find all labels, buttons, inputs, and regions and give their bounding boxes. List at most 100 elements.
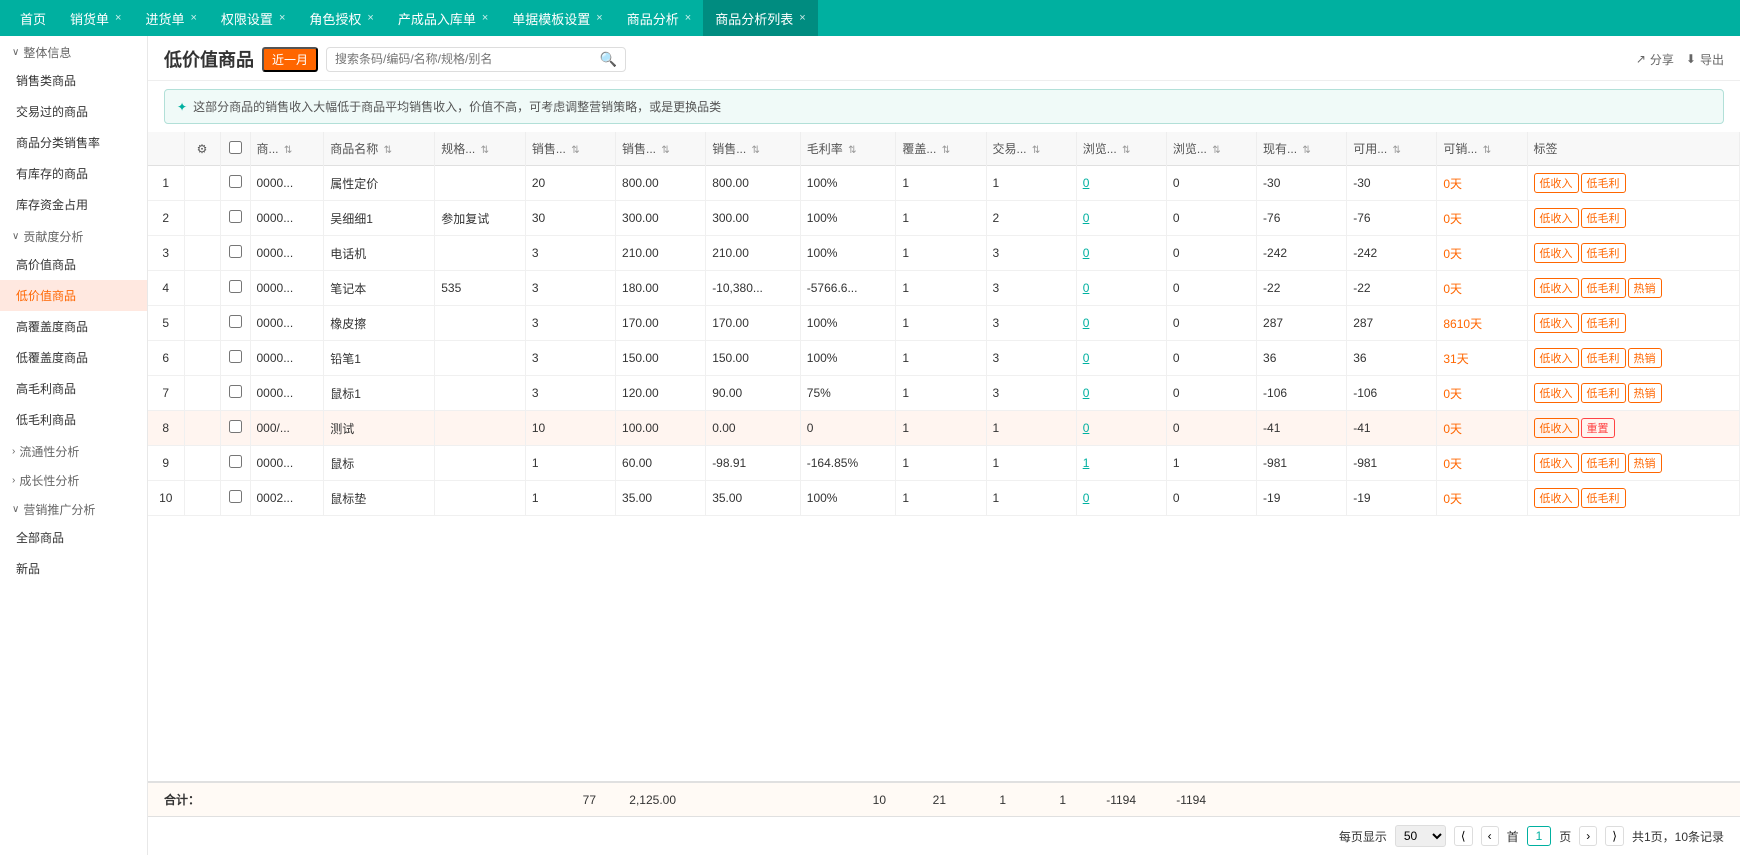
row-checkbox[interactable] — [229, 210, 242, 223]
sidebar-item-high-coverage[interactable]: 高覆盖度商品 — [0, 311, 147, 342]
col-sale-qty[interactable]: 销售... ⇅ — [525, 132, 615, 166]
nav-product-inbound[interactable]: 产成品入库单 × — [386, 0, 500, 36]
next-page-button[interactable]: › — [1579, 826, 1597, 846]
sidebar-item-new-products[interactable]: 新品 — [0, 553, 147, 584]
row-checkbox[interactable] — [229, 315, 242, 328]
browse-link[interactable]: 0 — [1083, 421, 1090, 435]
page-suffix: 页 — [1559, 828, 1571, 845]
row-checkbox[interactable] — [229, 280, 242, 293]
row-checkbox[interactable] — [229, 385, 242, 398]
prev-page-button[interactable]: ‹ — [1481, 826, 1499, 846]
col-available[interactable]: 可用... ⇅ — [1347, 132, 1437, 166]
sidebar-item-traded-products[interactable]: 交易过的商品 — [0, 96, 147, 127]
close-icon[interactable]: × — [279, 12, 285, 24]
col-code[interactable]: 商... ⇅ — [250, 132, 324, 166]
nav-role-auth[interactable]: 角色授权 × — [297, 0, 385, 36]
sidebar-item-high-value[interactable]: 高价值商品 — [0, 249, 147, 280]
col-transaction[interactable]: 交易... ⇅ — [986, 132, 1076, 166]
sidebar-group-overall[interactable]: ∨ 整体信息 — [0, 36, 147, 65]
browse-link[interactable]: 0 — [1083, 386, 1090, 400]
nav-sales-order[interactable]: 销货单 × — [58, 0, 133, 36]
col-checkbox[interactable] — [220, 132, 250, 166]
row-browse1[interactable]: 0 — [1076, 306, 1166, 341]
row-checkbox[interactable] — [229, 455, 242, 468]
col-name[interactable]: 商品名称 ⇅ — [324, 132, 435, 166]
tag-badge: 低收入 — [1534, 243, 1579, 263]
col-gross-margin[interactable]: 毛利率 ⇅ — [800, 132, 896, 166]
row-browse1[interactable]: 0 — [1076, 376, 1166, 411]
browse-link[interactable]: 0 — [1083, 316, 1090, 330]
search-icon[interactable]: 🔍 — [600, 51, 617, 68]
sidebar-group-marketing[interactable]: ∨ 营销推广分析 — [0, 493, 147, 522]
sidebar-group-contribution[interactable]: ∨ 贡献度分析 — [0, 220, 147, 249]
col-coverage[interactable]: 覆盖... ⇅ — [896, 132, 986, 166]
col-saleable[interactable]: 可销... ⇅ — [1437, 132, 1527, 166]
sidebar-item-low-value[interactable]: 低价值商品 — [0, 280, 147, 311]
col-current-stock[interactable]: 现有... ⇅ — [1257, 132, 1347, 166]
col-sale-amount[interactable]: 销售... ⇅ — [616, 132, 706, 166]
last-page-button[interactable]: ⟩ — [1605, 826, 1624, 846]
sidebar-item-high-profit[interactable]: 高毛利商品 — [0, 373, 147, 404]
select-all-checkbox[interactable] — [229, 141, 242, 154]
data-table-container[interactable]: ⚙ 商... ⇅ 商品名称 ⇅ 规格... ⇅ 销售... ⇅ 销售... ⇅ … — [148, 132, 1740, 781]
browse-link[interactable]: 0 — [1083, 491, 1090, 505]
browse-link[interactable]: 0 — [1083, 351, 1090, 365]
nav-permissions[interactable]: 权限设置 × — [209, 0, 297, 36]
browse-link[interactable]: 0 — [1083, 176, 1090, 190]
row-checkbox[interactable] — [229, 245, 242, 258]
sidebar-item-sales-products[interactable]: 销售类商品 — [0, 65, 147, 96]
row-checkbox[interactable] — [229, 420, 242, 433]
sidebar-item-capital-occupation[interactable]: 库存资金占用 — [0, 189, 147, 220]
nav-template-settings[interactable]: 单据模板设置 × — [500, 0, 614, 36]
nav-product-analysis[interactable]: 商品分析 × — [615, 0, 703, 36]
close-icon[interactable]: × — [367, 12, 373, 24]
first-page-button[interactable]: ⟨ — [1454, 826, 1473, 846]
col-tags[interactable]: 标签 — [1527, 132, 1739, 166]
row-checkbox[interactable] — [229, 490, 242, 503]
nav-product-analysis-list[interactable]: 商品分析列表 × — [703, 0, 817, 36]
close-icon[interactable]: × — [190, 12, 196, 24]
col-browse1[interactable]: 浏览... ⇅ — [1076, 132, 1166, 166]
close-icon[interactable]: × — [115, 12, 121, 24]
row-browse1[interactable]: 0 — [1076, 341, 1166, 376]
row-browse1[interactable]: 0 — [1076, 236, 1166, 271]
col-spec[interactable]: 规格... ⇅ — [435, 132, 526, 166]
sort-icon: ⇅ — [571, 145, 579, 156]
close-icon[interactable]: × — [685, 12, 691, 24]
row-browse1[interactable]: 0 — [1076, 411, 1166, 446]
col-sale-profit[interactable]: 销售... ⇅ — [706, 132, 801, 166]
search-input[interactable] — [335, 52, 594, 66]
browse-link[interactable]: 0 — [1083, 281, 1090, 295]
days-badge: 0天 — [1443, 212, 1462, 226]
period-button[interactable]: 近一月 — [262, 47, 318, 72]
nav-purchase-order[interactable]: 进货单 × — [133, 0, 208, 36]
browse-link[interactable]: 0 — [1083, 211, 1090, 225]
row-checkbox[interactable] — [229, 175, 242, 188]
row-browse1[interactable]: 0 — [1076, 481, 1166, 516]
browse-link[interactable]: 1 — [1083, 456, 1090, 470]
per-page-select[interactable]: 50 100 200 — [1395, 825, 1446, 847]
row-checkbox[interactable] — [229, 350, 242, 363]
sidebar-item-low-coverage[interactable]: 低覆盖度商品 — [0, 342, 147, 373]
row-tags: 低收入低毛利 — [1527, 236, 1739, 271]
row-browse1[interactable]: 0 — [1076, 271, 1166, 306]
row-browse1[interactable]: 0 — [1076, 201, 1166, 236]
sidebar-item-category-sales-rate[interactable]: 商品分类销售率 — [0, 127, 147, 158]
close-icon[interactable]: × — [482, 12, 488, 24]
close-icon[interactable]: × — [596, 12, 602, 24]
sidebar-item-all-products[interactable]: 全部商品 — [0, 522, 147, 553]
browse-link[interactable]: 0 — [1083, 246, 1090, 260]
export-button[interactable]: ⬇ 导出 — [1686, 51, 1724, 68]
sidebar-item-low-profit[interactable]: 低毛利商品 — [0, 404, 147, 435]
row-checkbox-cell — [220, 341, 250, 376]
close-icon[interactable]: × — [799, 12, 805, 24]
col-browse2[interactable]: 浏览... ⇅ — [1166, 132, 1256, 166]
row-browse1[interactable]: 1 — [1076, 446, 1166, 481]
sidebar-item-stocked-products[interactable]: 有库存的商品 — [0, 158, 147, 189]
sidebar-group-growth[interactable]: › 成长性分析 — [0, 464, 147, 493]
col-settings[interactable]: ⚙ — [184, 132, 220, 166]
row-browse1[interactable]: 0 — [1076, 166, 1166, 201]
share-button[interactable]: ↗ 分享 — [1636, 51, 1674, 68]
nav-home[interactable]: 首页 — [8, 0, 58, 36]
sidebar-group-circulation[interactable]: › 流通性分析 — [0, 435, 147, 464]
